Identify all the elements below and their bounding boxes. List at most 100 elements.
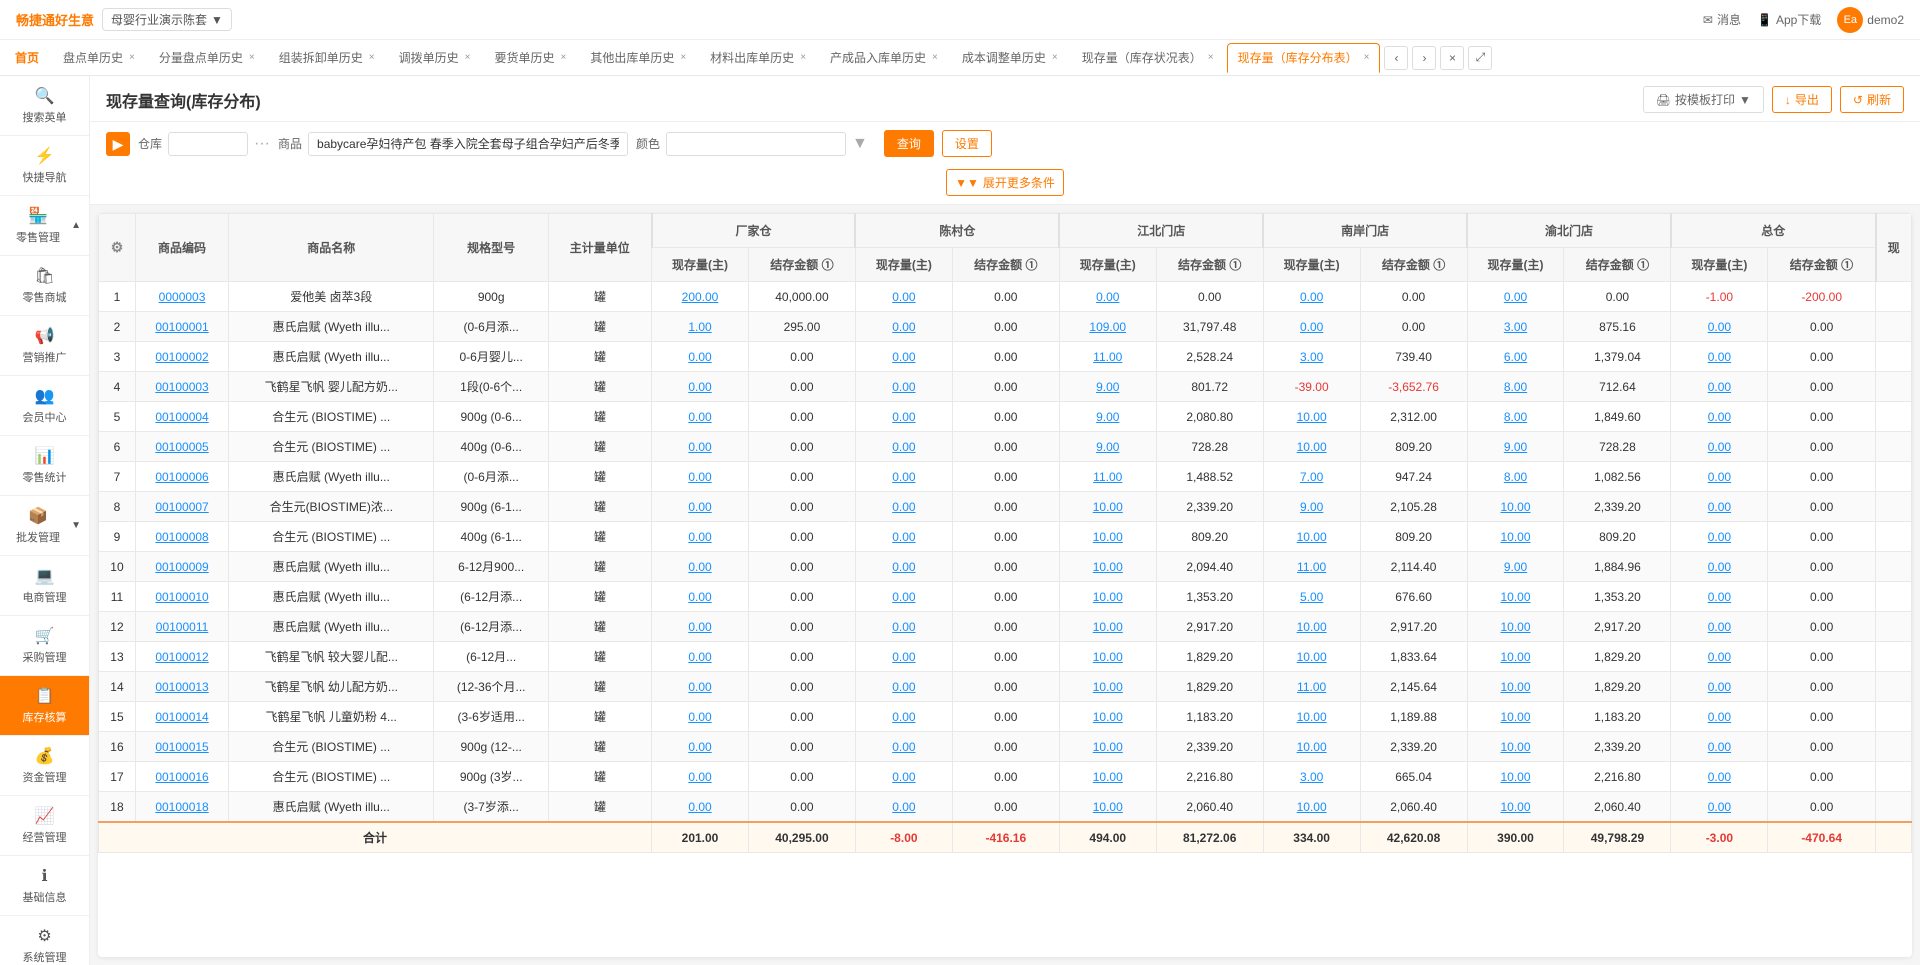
operation-icon: 📈	[35, 806, 55, 826]
th-factory-group: 厂家仓	[652, 214, 856, 248]
th-current: 现	[1876, 214, 1912, 282]
th-settings[interactable]: ⚙	[99, 214, 136, 282]
page-header: 现存量查询(库存分布) 🖨 按模板打印 ▼ ↓ 导出 ↺ 刷新	[90, 76, 1920, 122]
search-bar: ▶ 仓库 ··· 商品 颜色 ▼ 查询 设置 ▼▼ 展开更多条件	[90, 122, 1920, 205]
table-row: 1100100010惠氏启赋 (Wyeth illu...(6-12月添...罐…	[99, 582, 1912, 612]
sidebar-item-system[interactable]: ⚙ 系统管理	[0, 916, 89, 965]
user-profile[interactable]: Ea demo2	[1837, 7, 1904, 33]
th-total-group: 总仓	[1671, 214, 1876, 248]
th-total-qty: 现存量(主)	[1671, 248, 1768, 282]
tab-cailiaochu[interactable]: 材料出库单历史 ×	[699, 43, 817, 73]
sidebar-item-retail-mall[interactable]: 🛍 零售商城	[0, 256, 89, 316]
search-icon: 🔍	[35, 86, 55, 106]
wholesale-icon: 📦	[28, 506, 48, 526]
th-yubei-amt: 结存金额 ①	[1564, 248, 1671, 282]
refresh-icon: ↺	[1853, 93, 1863, 107]
tab-kucun-status[interactable]: 现存量（库存状况表） ×	[1071, 43, 1225, 73]
query-btn[interactable]: 查询	[884, 130, 934, 157]
sidebar-item-marketing[interactable]: 📢 营销推广	[0, 316, 89, 376]
table-row: 10000003爱他美 卤萃3段900g罐200.0040,000.000.00…	[99, 282, 1912, 312]
table-row: 300100002惠氏启赋 (Wyeth illu...0-6月婴儿...罐0.…	[99, 342, 1912, 372]
print-btn[interactable]: 🖨 按模板打印 ▼	[1643, 86, 1764, 113]
quicknav-icon: ⚡	[35, 146, 55, 166]
refresh-btn[interactable]: ↺ 刷新	[1840, 86, 1904, 113]
footer-jiangbei-qty: 494.00	[1059, 822, 1156, 853]
table-row: 700100006惠氏启赋 (Wyeth illu...(0-6月添...罐0.…	[99, 462, 1912, 492]
footer-chen-qty: -8.00	[855, 822, 952, 853]
inventory-icon: 📋	[35, 686, 55, 706]
color-field: 颜色 ▼	[636, 132, 868, 156]
sidebar-item-retail-stats[interactable]: 📊 零售统计	[0, 436, 89, 496]
orange-arrow-btn[interactable]: ▶	[106, 132, 130, 156]
sidebar-item-quicknav[interactable]: ⚡ 快捷导航	[0, 136, 89, 196]
th-nanan-amt: 结存金额 ①	[1360, 248, 1467, 282]
system-icon: ⚙	[37, 926, 51, 946]
settings-btn[interactable]: 设置	[942, 130, 992, 157]
expand-conditions-btn[interactable]: ▼▼ 展开更多条件	[946, 169, 1064, 196]
sidebar-item-retail-manage[interactable]: 🏪 零售管理 ▲	[0, 196, 89, 256]
footer-jiangbei-amt: 81,272.06	[1156, 822, 1263, 853]
footer-nanan-amt: 42,620.08	[1360, 822, 1467, 853]
th-nanan-group: 南岸门店	[1263, 214, 1467, 248]
th-chen-amt: 结存金额 ①	[952, 248, 1059, 282]
tab-kucun-dist[interactable]: 现存量（库存分布表） ×	[1227, 43, 1381, 73]
sidebar-item-purchase[interactable]: 🛒 采购管理	[0, 616, 89, 676]
tab-prev-btn[interactable]: ‹	[1384, 46, 1408, 70]
color-dropdown-arrow[interactable]: ▼	[852, 135, 868, 153]
tab-yaohuo[interactable]: 要货单历史 ×	[483, 43, 577, 73]
color-input[interactable]	[666, 132, 846, 156]
table-row: 1000100009惠氏启赋 (Wyeth illu...6-12月900...…	[99, 552, 1912, 582]
members-icon: 👥	[35, 386, 55, 406]
th-jiangbei-qty: 现存量(主)	[1059, 248, 1156, 282]
tab-close-btn[interactable]: ×	[1440, 46, 1464, 70]
sidebar-item-ecommerce[interactable]: 💻 电商管理	[0, 556, 89, 616]
sidebar-item-basics[interactable]: ℹ 基础信息	[0, 856, 89, 916]
tab-pandian[interactable]: 盘点单历史 ×	[52, 43, 146, 73]
content-area: 现存量查询(库存分布) 🖨 按模板打印 ▼ ↓ 导出 ↺ 刷新	[90, 76, 1920, 965]
retail-manage-icon: 🏪	[28, 206, 48, 226]
th-factory-amt: 结存金额 ①	[748, 248, 855, 282]
tab-diaopai[interactable]: 调拨单历史 ×	[388, 43, 482, 73]
th-yubei-group: 渝北门店	[1467, 214, 1671, 248]
chevron-up-icon: ▲	[71, 220, 81, 231]
marketing-icon: 📢	[35, 326, 55, 346]
topbar-left: 畅捷通好生意 母婴行业演示陈套 ▼	[16, 8, 232, 31]
tab-home[interactable]: 首页	[4, 43, 50, 73]
sidebar-item-wholesale[interactable]: 📦 批发管理 ▼	[0, 496, 89, 556]
footer-current	[1876, 822, 1912, 853]
company-selector[interactable]: 母婴行业演示陈套 ▼	[102, 8, 232, 31]
export-btn[interactable]: ↓ 导出	[1772, 86, 1832, 113]
stats-icon: 📊	[35, 446, 55, 466]
tab-chuku[interactable]: 其他出库单历史 ×	[579, 43, 697, 73]
footer-chen-amt: -416.16	[952, 822, 1059, 853]
tab-fenpandian[interactable]: 分量盘点单历史 ×	[148, 43, 266, 73]
footer-total-qty: -3.00	[1671, 822, 1768, 853]
tab-fullscreen-btn[interactable]: ⤢	[1468, 46, 1492, 70]
tab-chengbentiaozh[interactable]: 成本调整单历史 ×	[951, 43, 1069, 73]
warehouse-ellipsis[interactable]: ···	[254, 135, 270, 153]
warehouse-input[interactable]	[168, 132, 248, 156]
sidebar-item-inventory[interactable]: 📋 库存核算	[0, 676, 89, 736]
tab-zuzhuang[interactable]: 组装拆卸单历史 ×	[268, 43, 386, 73]
inventory-table: ⚙ 商品编码 商品名称 规格型号 主计量单位 厂家仓 陈村仓 江北门店 南岸门店…	[98, 213, 1912, 853]
basics-icon: ℹ	[41, 866, 47, 886]
footer-yubei-qty: 390.00	[1467, 822, 1564, 853]
chevron-down-icon: ▼	[71, 520, 81, 531]
sidebar-item-members[interactable]: 👥 会员中心	[0, 376, 89, 436]
table-row: 1300100012飞鹤星飞帆 较大婴儿配...(6-12月...罐0.000.…	[99, 642, 1912, 672]
sidebar-item-finance[interactable]: 💰 资金管理	[0, 736, 89, 796]
tab-next-btn[interactable]: ›	[1412, 46, 1436, 70]
app-download-btn[interactable]: 📱 App下载	[1757, 11, 1821, 28]
th-chen-group: 陈村仓	[855, 214, 1059, 248]
th-jiangbei-group: 江北门店	[1059, 214, 1263, 248]
product-input[interactable]	[308, 132, 628, 156]
sidebar-item-operation[interactable]: 📈 经营管理	[0, 796, 89, 856]
table-row: 400100003飞鹤星飞帆 婴儿配方奶...1段(0-6个...罐0.000.…	[99, 372, 1912, 402]
mall-icon: 🛍	[34, 266, 54, 286]
printer-icon: 🖨	[1656, 93, 1671, 107]
sidebar-item-search[interactable]: 🔍 搜索英单	[0, 76, 89, 136]
message-btn[interactable]: ✉ 消息	[1703, 11, 1741, 28]
th-jiangbei-amt: 结存金额 ①	[1156, 248, 1263, 282]
tab-chancheng[interactable]: 产成品入库单历史 ×	[819, 43, 949, 73]
export-icon: ↓	[1785, 93, 1791, 107]
